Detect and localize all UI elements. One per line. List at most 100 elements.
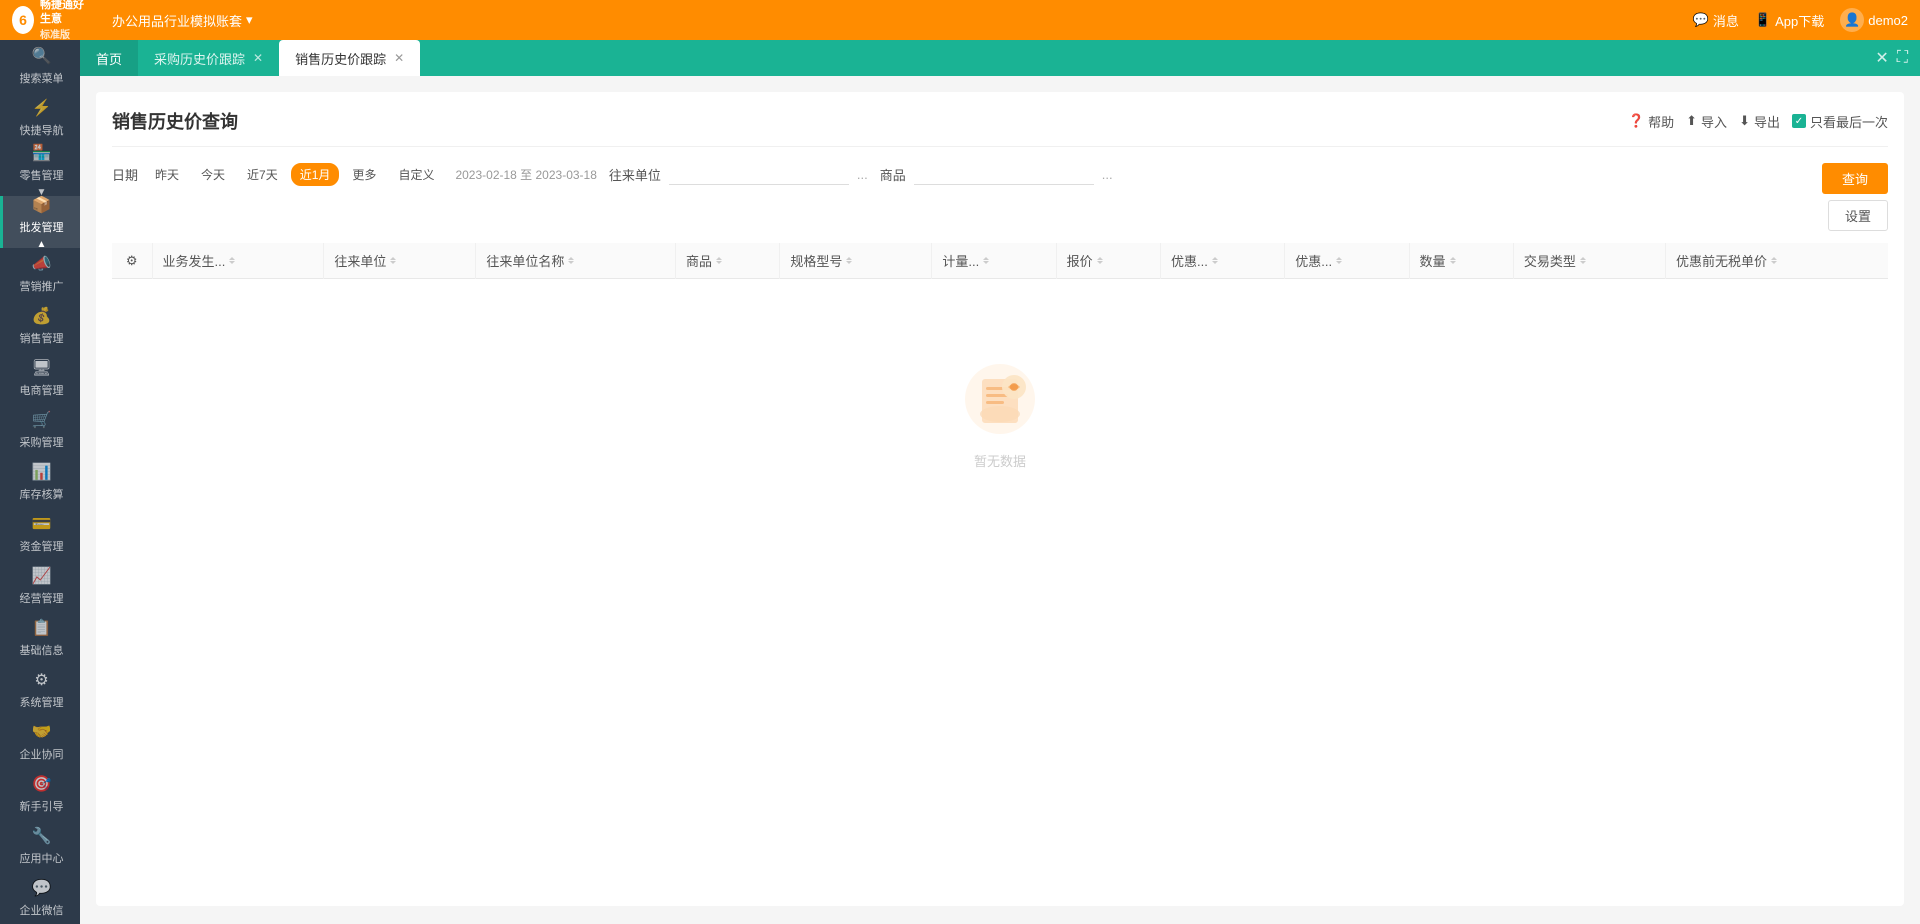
col-discount2[interactable]: 优惠... xyxy=(1285,243,1409,279)
col-biz_date[interactable]: 业务发生... xyxy=(152,243,324,279)
tab-label-purchase: 采购历史价跟踪 xyxy=(154,49,245,68)
goods-label: 商品 xyxy=(880,165,906,184)
col-label-partner_code: 往来单位 xyxy=(334,251,386,270)
close-all-button[interactable]: ✕ xyxy=(1875,48,1888,68)
logo-sub: 标准版 xyxy=(40,26,92,41)
message-icon: 💬 xyxy=(1693,12,1709,28)
data-table: ⚙ 业务发生... 往来单位 往来单位名称 商品 xyxy=(112,243,1888,279)
sidebar-icon-wechat: 💬 xyxy=(32,878,52,898)
sort-icon-trade_type xyxy=(1580,257,1586,264)
tab-purchase[interactable]: 采购历史价跟踪 ✕ xyxy=(138,40,279,76)
sidebar-icon-appstore: 🔧 xyxy=(32,826,52,846)
col-trade_type[interactable]: 交易类型 xyxy=(1513,243,1665,279)
date-btn-1[interactable]: 今天 xyxy=(192,163,234,186)
sidebar-icon-collab: 🤝 xyxy=(32,722,52,742)
sidebar-item-system[interactable]: ⚙系统管理 xyxy=(0,664,80,716)
import-button[interactable]: ⬆ 导入 xyxy=(1686,112,1727,131)
only-last-checkbox[interactable]: ✓ 只看最后一次 xyxy=(1792,112,1888,131)
sidebar-icon-guide: 🎯 xyxy=(32,774,52,794)
message-button[interactable]: 💬 消息 xyxy=(1693,11,1739,30)
sidebar-item-purchase[interactable]: 🛒采购管理 xyxy=(0,404,80,456)
sidebar-label-collab: 企业协同 xyxy=(20,746,64,762)
tab-bar-right: ✕ ⛶ xyxy=(1875,48,1920,68)
sidebar-icon-quick: ⚡ xyxy=(32,98,52,118)
query-button[interactable]: 查询 xyxy=(1822,163,1888,194)
sidebar-label-finance: 资金管理 xyxy=(20,538,64,554)
date-btn-3[interactable]: 近1月 xyxy=(291,163,340,186)
date-btn-5[interactable]: 自定义 xyxy=(389,163,443,186)
sort-icon-discount2 xyxy=(1336,257,1342,264)
empty-text: 暂无数据 xyxy=(974,451,1026,470)
sidebar-icon-purchase: 🛒 xyxy=(32,410,52,430)
sidebar-item-sales[interactable]: 💰销售管理 xyxy=(0,300,80,352)
partner-label: 往来单位 xyxy=(609,165,661,184)
sidebar-item-collab[interactable]: 🤝 企业协同 xyxy=(0,716,80,768)
col-gear: ⚙ xyxy=(112,243,152,279)
partner-input[interactable] xyxy=(669,165,849,185)
phone-icon: 📱 xyxy=(1755,12,1771,28)
sidebar-item-quick[interactable]: ⚡快捷导航 xyxy=(0,92,80,144)
col-label-price: 报价 xyxy=(1067,251,1093,270)
date-btn-2[interactable]: 近7天 xyxy=(238,163,287,186)
sidebar-icon-search: 🔍 xyxy=(32,46,52,66)
col-label-discount1: 优惠... xyxy=(1171,251,1208,270)
tab-label-home: 首页 xyxy=(96,49,122,68)
col-partner_code[interactable]: 往来单位 xyxy=(324,243,476,279)
filter-left: 日期 昨天今天近7天近1月更多自定义 2023-02-18 至 2023-03-… xyxy=(112,163,1113,186)
page-title-bar: 销售历史价查询 ❓ 帮助 ⬆ 导入 ⬇ 导出 ✓ 只看最后一次 xyxy=(112,108,1888,147)
col-price[interactable]: 报价 xyxy=(1056,243,1160,279)
col-qty[interactable]: 数量 xyxy=(1409,243,1513,279)
date-btn-0[interactable]: 昨天 xyxy=(146,163,188,186)
goods-input[interactable] xyxy=(914,165,1094,185)
partner-dots[interactable]: ... xyxy=(857,167,868,182)
goods-dots[interactable]: ... xyxy=(1102,167,1113,182)
account-dropdown[interactable]: 办公用品行业模拟账套 ▾ xyxy=(112,11,253,30)
settings-button[interactable]: 设置 xyxy=(1828,200,1888,231)
col-spec[interactable]: 规格型号 xyxy=(780,243,932,279)
col-discount1[interactable]: 优惠... xyxy=(1161,243,1285,279)
col-partner_name[interactable]: 往来单位名称 xyxy=(476,243,676,279)
filter-area: 日期 昨天今天近7天近1月更多自定义 2023-02-18 至 2023-03-… xyxy=(112,163,1888,231)
maximize-button[interactable]: ⛶ xyxy=(1897,49,1908,67)
col-label-partner_name: 往来单位名称 xyxy=(486,251,564,270)
filter-right: 查询 设置 xyxy=(1822,163,1888,231)
sort-icon-partner_code xyxy=(390,257,396,264)
help-button[interactable]: ❓ 帮助 xyxy=(1628,112,1674,131)
sidebar-item-search[interactable]: 🔍搜索菜单 xyxy=(0,40,80,92)
tab-close-sales[interactable]: ✕ xyxy=(394,51,404,65)
sidebar-item-appstore[interactable]: 🔧 应用中心 xyxy=(0,820,80,872)
table-header: ⚙ 业务发生... 往来单位 往来单位名称 商品 xyxy=(112,243,1888,279)
tab-close-purchase[interactable]: ✕ xyxy=(253,51,263,65)
sidebar-icon-system: ⚙ xyxy=(34,670,48,690)
col-pre_tax_price[interactable]: 优惠前无税单价 xyxy=(1665,243,1888,279)
export-button[interactable]: ⬇ 导出 xyxy=(1739,112,1780,131)
sidebar-item-retail[interactable]: 🏪零售管理▼ xyxy=(0,144,80,196)
sidebar-icon-sales: 💰 xyxy=(32,306,52,326)
col-unit[interactable]: 计量... xyxy=(932,243,1056,279)
date-buttons: 昨天今天近7天近1月更多自定义 xyxy=(146,163,443,186)
top-bar: 6 畅捷通好生意 标准版 办公用品行业模拟账套 ▾ 💬 消息 📱 App下载 👤… xyxy=(0,0,1920,40)
sort-icon-qty xyxy=(1450,257,1456,264)
date-btn-4[interactable]: 更多 xyxy=(343,163,385,186)
sidebar-item-basic[interactable]: 📋基础信息 xyxy=(0,612,80,664)
export-icon: ⬇ xyxy=(1739,113,1750,129)
sidebar-item-ecommerce[interactable]: 🖥电商管理 xyxy=(0,352,80,404)
sidebar-item-guide[interactable]: 🎯新手引导 xyxy=(0,768,80,820)
col-goods[interactable]: 商品 xyxy=(675,243,779,279)
tab-home[interactable]: 首页 xyxy=(80,40,138,76)
sidebar-item-wechat[interactable]: 💬企业微信 xyxy=(0,872,80,924)
col-label-qty: 数量 xyxy=(1420,251,1446,270)
account-name: 办公用品行业模拟账套 xyxy=(112,11,242,30)
sidebar-item-finance[interactable]: 💳资金管理 xyxy=(0,508,80,560)
tab-sales[interactable]: 销售历史价跟踪✕ xyxy=(279,40,420,76)
user-avatar[interactable]: 👤 demo2 xyxy=(1840,8,1908,32)
sidebar-item-operation[interactable]: 📈经营管理 xyxy=(0,560,80,612)
sidebar-label-appstore: 应用中心 xyxy=(20,850,64,866)
app-download-button[interactable]: 📱 App下载 xyxy=(1755,11,1824,30)
sidebar-item-wholesale[interactable]: 📦批发管理▲ xyxy=(0,196,80,248)
sidebar-item-inventory[interactable]: 📊库存核算 xyxy=(0,456,80,508)
sidebar-item-marketing[interactable]: 📣营销推广 xyxy=(0,248,80,300)
date-label: 日期 xyxy=(112,165,138,184)
gear-icon[interactable]: ⚙ xyxy=(126,253,138,268)
col-label-unit: 计量... xyxy=(942,251,979,270)
